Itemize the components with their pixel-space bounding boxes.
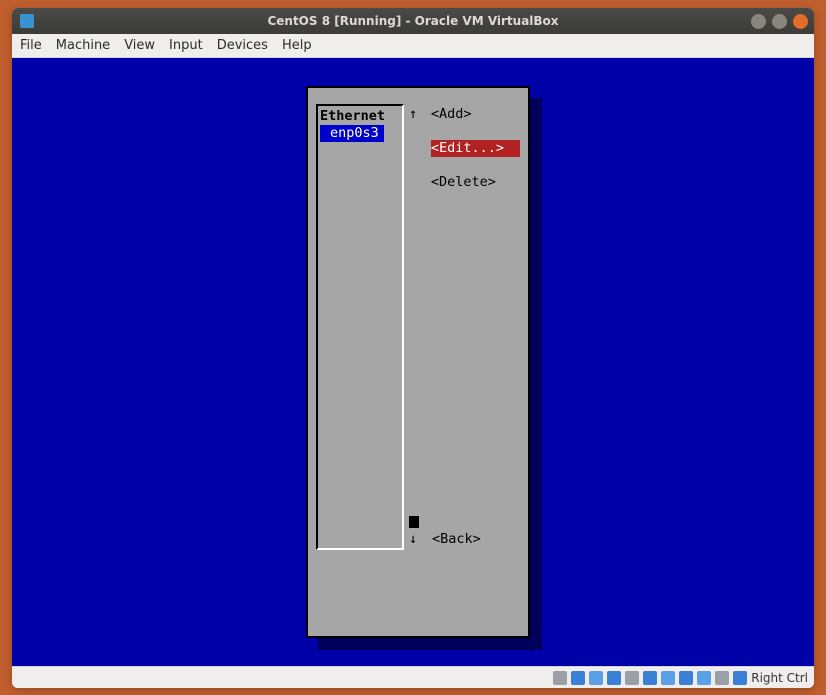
- scroll-down-icon[interactable]: ↓: [409, 531, 417, 548]
- close-button[interactable]: [793, 14, 808, 29]
- edit-button[interactable]: <Edit...>: [431, 140, 520, 157]
- hdd-icon[interactable]: [553, 671, 567, 685]
- titlebar: CentOS 8 [Running] - Oracle VM VirtualBo…: [12, 8, 814, 34]
- scrollbar[interactable]: ↑ ↓: [409, 104, 423, 550]
- statusbar: Right Ctrl: [12, 666, 814, 688]
- cpu-icon[interactable]: [697, 671, 711, 685]
- delete-button[interactable]: <Delete>: [431, 174, 520, 191]
- mouse-icon[interactable]: [715, 671, 729, 685]
- virtualbox-window: CentOS 8 [Running] - Oracle VM VirtualBo…: [12, 8, 814, 688]
- list-item-enp0s3[interactable]: enp0s3: [320, 125, 384, 142]
- add-button[interactable]: <Add>: [431, 106, 520, 123]
- keyboard-icon[interactable]: [733, 671, 747, 685]
- optical-icon[interactable]: [571, 671, 585, 685]
- back-button[interactable]: <Back>: [432, 531, 481, 550]
- minimize-button[interactable]: [751, 14, 766, 29]
- sharedfolder-icon[interactable]: [643, 671, 657, 685]
- menu-file[interactable]: File: [20, 38, 42, 53]
- scroll-thumb[interactable]: [409, 516, 419, 528]
- menu-help[interactable]: Help: [282, 38, 312, 53]
- recording-icon[interactable]: [679, 671, 693, 685]
- connection-listbox[interactable]: Ethernet enp0s3: [316, 104, 404, 550]
- nmtui-dialog: Ethernet enp0s3 ↑ ↓ <Add> <Edit..: [306, 86, 530, 638]
- menu-input[interactable]: Input: [169, 38, 203, 53]
- app-icon: [20, 14, 34, 28]
- menu-devices[interactable]: Devices: [217, 38, 268, 53]
- usb-icon[interactable]: [625, 671, 639, 685]
- window-controls: [751, 14, 808, 29]
- menu-view[interactable]: View: [124, 38, 155, 53]
- menu-machine[interactable]: Machine: [56, 38, 110, 53]
- maximize-button[interactable]: [772, 14, 787, 29]
- menubar: File Machine View Input Devices Help: [12, 34, 814, 58]
- audio-icon[interactable]: [589, 671, 603, 685]
- window-title: CentOS 8 [Running] - Oracle VM VirtualBo…: [267, 14, 558, 28]
- host-key-label: Right Ctrl: [751, 671, 808, 685]
- network-icon[interactable]: [607, 671, 621, 685]
- list-header-ethernet: Ethernet: [318, 108, 402, 125]
- scroll-up-icon[interactable]: ↑: [409, 106, 417, 123]
- display-icon[interactable]: [661, 671, 675, 685]
- vm-display[interactable]: Ethernet enp0s3 ↑ ↓ <Add> <Edit..: [12, 58, 814, 666]
